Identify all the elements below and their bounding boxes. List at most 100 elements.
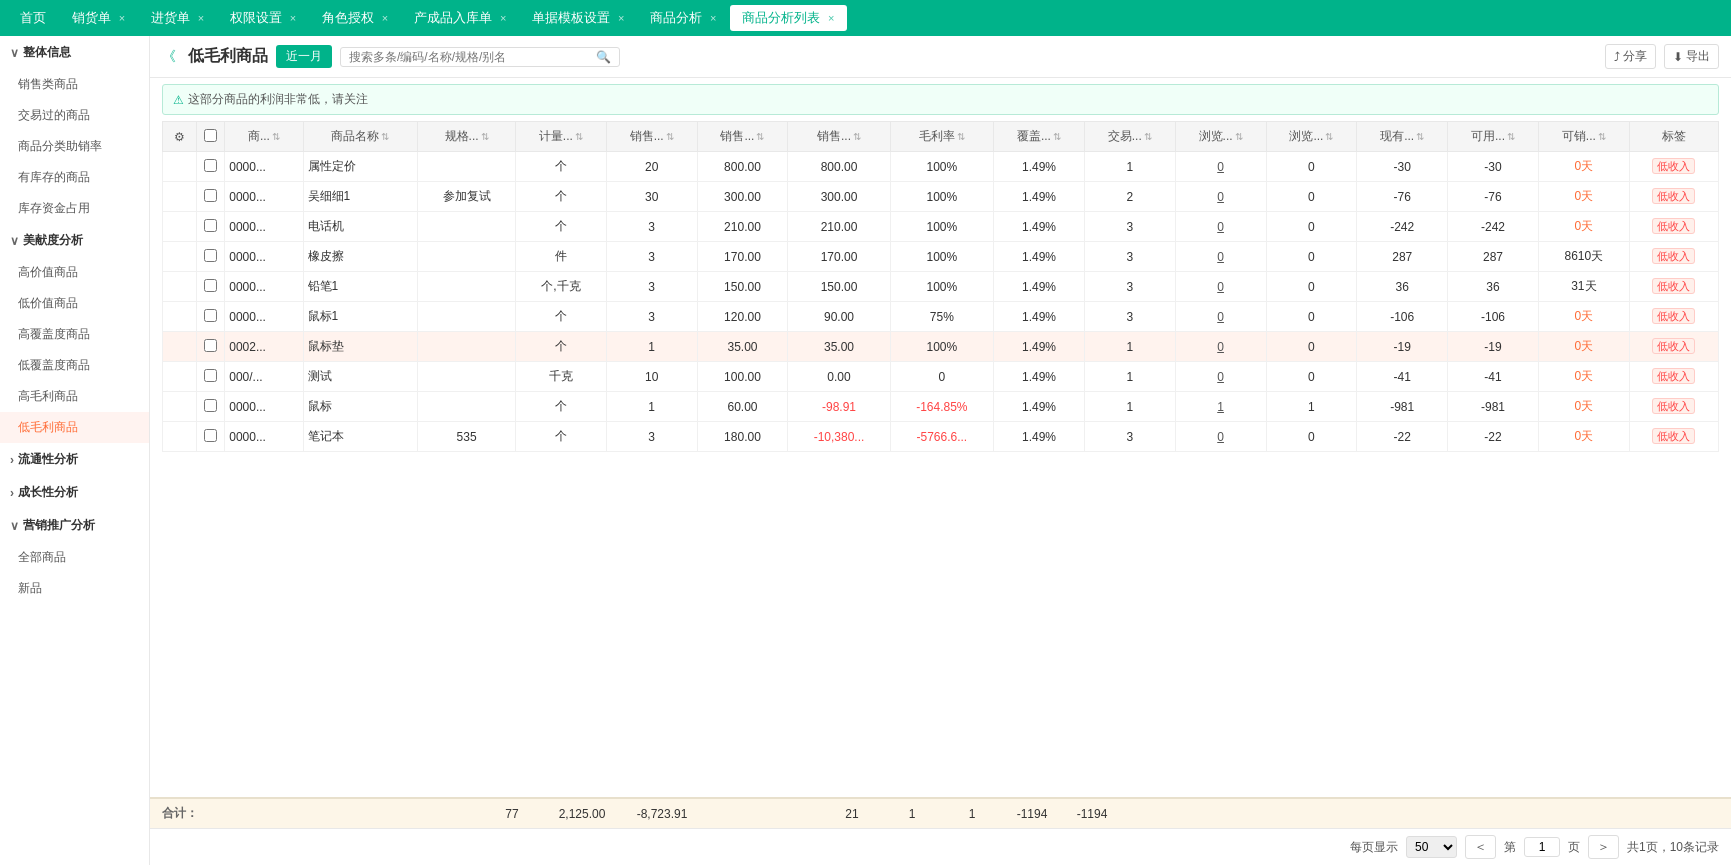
select-all-checkbox[interactable] [204,129,217,142]
sidebar-item-stock-goods[interactable]: 有库存的商品 [0,162,149,193]
row-browse1-9[interactable]: 0 [1175,422,1266,452]
row-available-8: -981 [1448,392,1539,422]
row-name-5[interactable]: 鼠标1 [303,302,418,332]
page-number-input[interactable] [1524,837,1560,857]
sidebar-group-marketing[interactable]: ∨ 营销推广分析 [0,509,149,542]
row-browse1-3[interactable]: 0 [1175,242,1266,272]
col-browse1: 浏览...⇅ [1175,122,1266,152]
nav-permissions[interactable]: 权限设置 × [218,5,308,31]
row-checkbox-9[interactable] [197,422,225,452]
row-checkbox-8[interactable] [197,392,225,422]
prev-page-button[interactable]: ＜ [1465,835,1496,859]
sidebar-item-stock-capital[interactable]: 库存资金占用 [0,193,149,224]
nav-template[interactable]: 单据模板设置 × [520,5,636,31]
sort-current-icon[interactable]: ⇅ [1416,131,1424,142]
row-checkbox-4[interactable] [197,272,225,302]
row-name-2[interactable]: 电话机 [303,212,418,242]
sidebar-group-overall[interactable]: ∨ 整体信息 [0,36,149,69]
sort-spec-icon[interactable]: ⇅ [481,131,489,142]
nav-roles[interactable]: 角色授权 × [310,5,400,31]
row-checkbox-5[interactable] [197,302,225,332]
sidebar-item-high-coverage[interactable]: 高覆盖度商品 [0,319,149,350]
sort-sales-profit-icon[interactable]: ⇅ [853,131,861,142]
row-checkbox-3[interactable] [197,242,225,272]
row-name-7[interactable]: 测试 [303,362,418,392]
sort-browse1-icon[interactable]: ⇅ [1235,131,1243,142]
row-name-1[interactable]: 吴细细1 [303,182,418,212]
nav-goods-analysis[interactable]: 商品分析 × [638,5,728,31]
nav-purchase[interactable]: 进货单 × [139,5,216,31]
nav-product-entry[interactable]: 产成品入库单 × [402,5,518,31]
col-checkbox[interactable] [197,122,225,152]
sort-code-icon[interactable]: ⇅ [272,131,280,142]
close-purchase-icon[interactable]: × [198,12,204,24]
row-tag-2: 低收入 [1629,212,1718,242]
collapse-sidebar-button[interactable]: 《 [162,48,176,66]
next-page-button[interactable]: ＞ [1588,835,1619,859]
col-settings[interactable]: ⚙ [163,122,197,152]
row-checkbox-1[interactable] [197,182,225,212]
sidebar-group-circulation[interactable]: › 流通性分析 [0,443,149,476]
sidebar-item-category-rate[interactable]: 商品分类助销率 [0,131,149,162]
search-icon[interactable]: 🔍 [596,50,611,64]
sidebar-item-high-margin[interactable]: 高毛利商品 [0,381,149,412]
row-browse1-2[interactable]: 0 [1175,212,1266,242]
sort-browse2-icon[interactable]: ⇅ [1325,131,1333,142]
sidebar-item-sales-goods[interactable]: 销售类商品 [0,69,149,100]
sort-transaction-icon[interactable]: ⇅ [1144,131,1152,142]
row-name-0[interactable]: 属性定价 [303,152,418,182]
sidebar-group-growth[interactable]: › 成长性分析 [0,476,149,509]
time-filter-button[interactable]: 近一月 [276,45,332,68]
close-template-icon[interactable]: × [618,12,624,24]
settings-icon[interactable]: ⚙ [174,130,185,144]
row-browse1-4[interactable]: 0 [1175,272,1266,302]
close-roles-icon[interactable]: × [382,12,388,24]
row-name-9[interactable]: 笔记本 [303,422,418,452]
sort-coverage-icon[interactable]: ⇅ [1053,131,1061,142]
sidebar-item-low-coverage[interactable]: 低覆盖度商品 [0,350,149,381]
row-browse1-6[interactable]: 0 [1175,332,1266,362]
close-product-entry-icon[interactable]: × [500,12,506,24]
row-browse1-8[interactable]: 1 [1175,392,1266,422]
row-spec-2 [418,212,516,242]
sidebar-item-all-goods[interactable]: 全部商品 [0,542,149,573]
row-checkbox-7[interactable] [197,362,225,392]
sort-saleable-icon[interactable]: ⇅ [1598,131,1606,142]
sort-name-icon[interactable]: ⇅ [381,131,389,142]
sort-gross-margin-icon[interactable]: ⇅ [957,131,965,142]
sidebar-item-new-goods[interactable]: 新品 [0,573,149,604]
close-goods-analysis-list-icon[interactable]: × [828,12,834,24]
row-name-6[interactable]: 鼠标垫 [303,332,418,362]
sort-available-icon[interactable]: ⇅ [1507,131,1515,142]
export-button[interactable]: ⬇ 导出 [1664,44,1719,69]
sort-sales-qty-icon[interactable]: ⇅ [666,131,674,142]
nav-home[interactable]: 首页 [8,5,58,31]
close-goods-analysis-icon[interactable]: × [710,12,716,24]
row-name-4[interactable]: 铅笔1 [303,272,418,302]
row-checkbox-2[interactable] [197,212,225,242]
sidebar-item-high-value[interactable]: 高价值商品 [0,257,149,288]
row-browse1-7[interactable]: 0 [1175,362,1266,392]
nav-goods-analysis-list[interactable]: 商品分析列表 × [730,5,846,31]
row-browse1-5[interactable]: 0 [1175,302,1266,332]
sidebar-item-traded-goods[interactable]: 交易过的商品 [0,100,149,131]
row-browse1-0[interactable]: 0 [1175,152,1266,182]
row-checkbox-0[interactable] [197,152,225,182]
sort-unit-icon[interactable]: ⇅ [575,131,583,142]
row-browse1-1[interactable]: 0 [1175,182,1266,212]
share-button[interactable]: ⤴ 分享 [1605,44,1656,69]
sidebar-group-contribution[interactable]: ∨ 美献度分析 [0,224,149,257]
sidebar-item-low-value[interactable]: 低价值商品 [0,288,149,319]
close-permissions-icon[interactable]: × [290,12,296,24]
total-info: 共1页，10条记录 [1627,839,1719,856]
sidebar-item-low-margin[interactable]: 低毛利商品 [0,412,149,443]
row-name-3[interactable]: 橡皮擦 [303,242,418,272]
sort-sales-price-icon[interactable]: ⇅ [756,131,764,142]
nav-sales[interactable]: 销货单 × [60,5,137,31]
col-current-label: 现有... [1380,128,1414,145]
row-name-8[interactable]: 鼠标 [303,392,418,422]
page-size-select[interactable]: 50 100 200 [1406,836,1457,858]
row-checkbox-6[interactable] [197,332,225,362]
search-input[interactable] [349,50,592,64]
close-sales-icon[interactable]: × [119,12,125,24]
